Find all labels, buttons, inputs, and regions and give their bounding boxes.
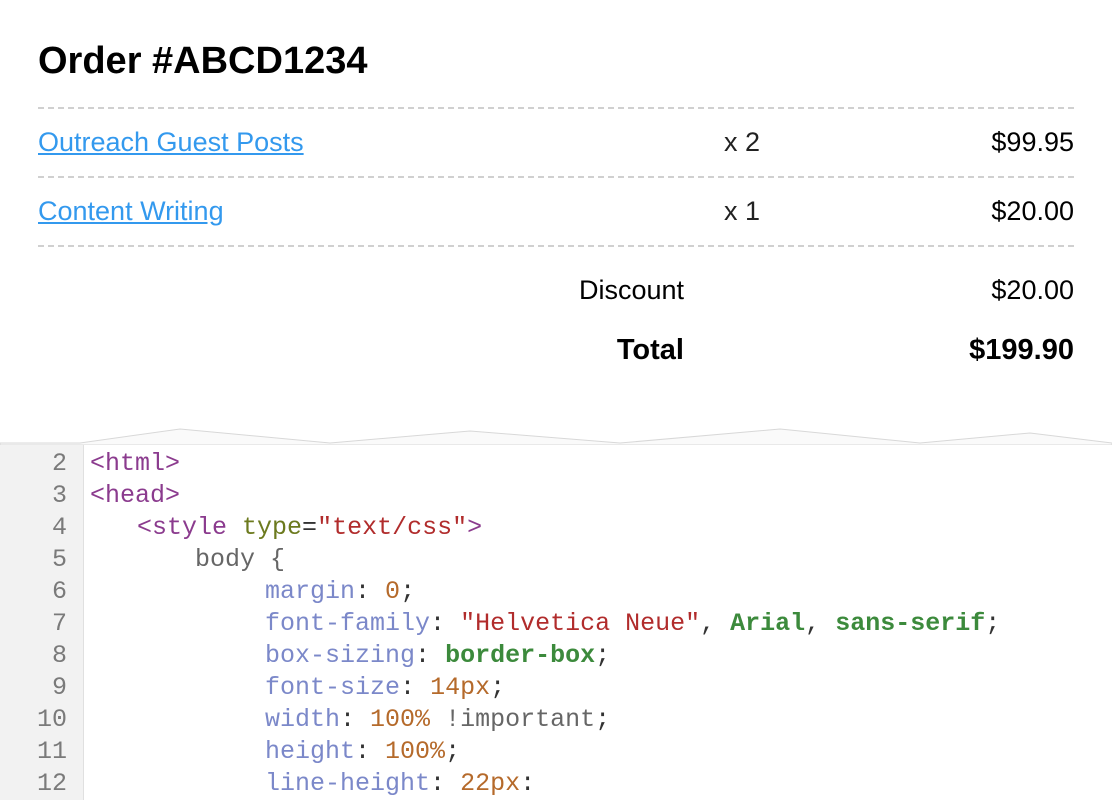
- code-line[interactable]: width: 100% !important;: [90, 704, 1000, 736]
- line-number: 4: [0, 512, 73, 544]
- order-invoice: Order #ABCD1234 Outreach Guest Posts x 2…: [0, 0, 1112, 411]
- code-line[interactable]: box-sizing: border-box;: [90, 640, 1000, 672]
- divider: [38, 245, 1074, 247]
- line-number: 2: [0, 448, 73, 480]
- order-item-link[interactable]: Content Writing: [38, 196, 224, 226]
- order-item-qty: x 2: [724, 127, 894, 158]
- order-items: Outreach Guest Posts x 2 $99.95 Content …: [38, 109, 1074, 247]
- discount-label: Discount: [38, 275, 894, 306]
- line-number: 6: [0, 576, 73, 608]
- order-item-name: Outreach Guest Posts: [38, 127, 724, 158]
- line-number: 8: [0, 640, 73, 672]
- line-number: 10: [0, 704, 73, 736]
- total-row: Total $199.90: [38, 320, 1074, 381]
- line-number: 9: [0, 672, 73, 704]
- order-item-price: $99.95: [894, 127, 1074, 158]
- order-item-name: Content Writing: [38, 196, 724, 227]
- total-value: $199.90: [894, 334, 1074, 367]
- code-line[interactable]: font-family: "Helvetica Neue", Arial, sa…: [90, 608, 1000, 640]
- line-gutter: 23456789101112: [0, 445, 84, 800]
- order-summary: Discount $20.00 Total $199.90: [38, 261, 1074, 381]
- line-number: 12: [0, 768, 73, 800]
- line-number: 5: [0, 544, 73, 576]
- order-item-qty: x 1: [724, 196, 894, 227]
- torn-edge-decoration: [0, 421, 1112, 445]
- order-item-row: Outreach Guest Posts x 2 $99.95: [38, 109, 1074, 176]
- code-line[interactable]: height: 100%;: [90, 736, 1000, 768]
- code-line[interactable]: <style type="text/css">: [90, 512, 1000, 544]
- line-number: 7: [0, 608, 73, 640]
- order-item-row: Content Writing x 1 $20.00: [38, 178, 1074, 245]
- code-line[interactable]: margin: 0;: [90, 576, 1000, 608]
- line-number: 3: [0, 480, 73, 512]
- order-title: Order #ABCD1234: [38, 40, 1074, 83]
- total-label: Total: [38, 334, 894, 367]
- code-line[interactable]: <head>: [90, 480, 1000, 512]
- line-number: 11: [0, 736, 73, 768]
- discount-value: $20.00: [894, 275, 1074, 306]
- code-editor: 23456789101112 <html><head><style type="…: [0, 421, 1112, 800]
- code-line[interactable]: body {: [90, 544, 1000, 576]
- order-item-price: $20.00: [894, 196, 1074, 227]
- code-area[interactable]: 23456789101112 <html><head><style type="…: [0, 445, 1112, 800]
- code-content[interactable]: <html><head><style type="text/css">body …: [84, 445, 1000, 800]
- discount-row: Discount $20.00: [38, 261, 1074, 320]
- code-line[interactable]: <html>: [90, 448, 1000, 480]
- code-line[interactable]: font-size: 14px;: [90, 672, 1000, 704]
- order-item-link[interactable]: Outreach Guest Posts: [38, 127, 304, 157]
- code-line[interactable]: line-height: 22px:: [90, 768, 1000, 800]
